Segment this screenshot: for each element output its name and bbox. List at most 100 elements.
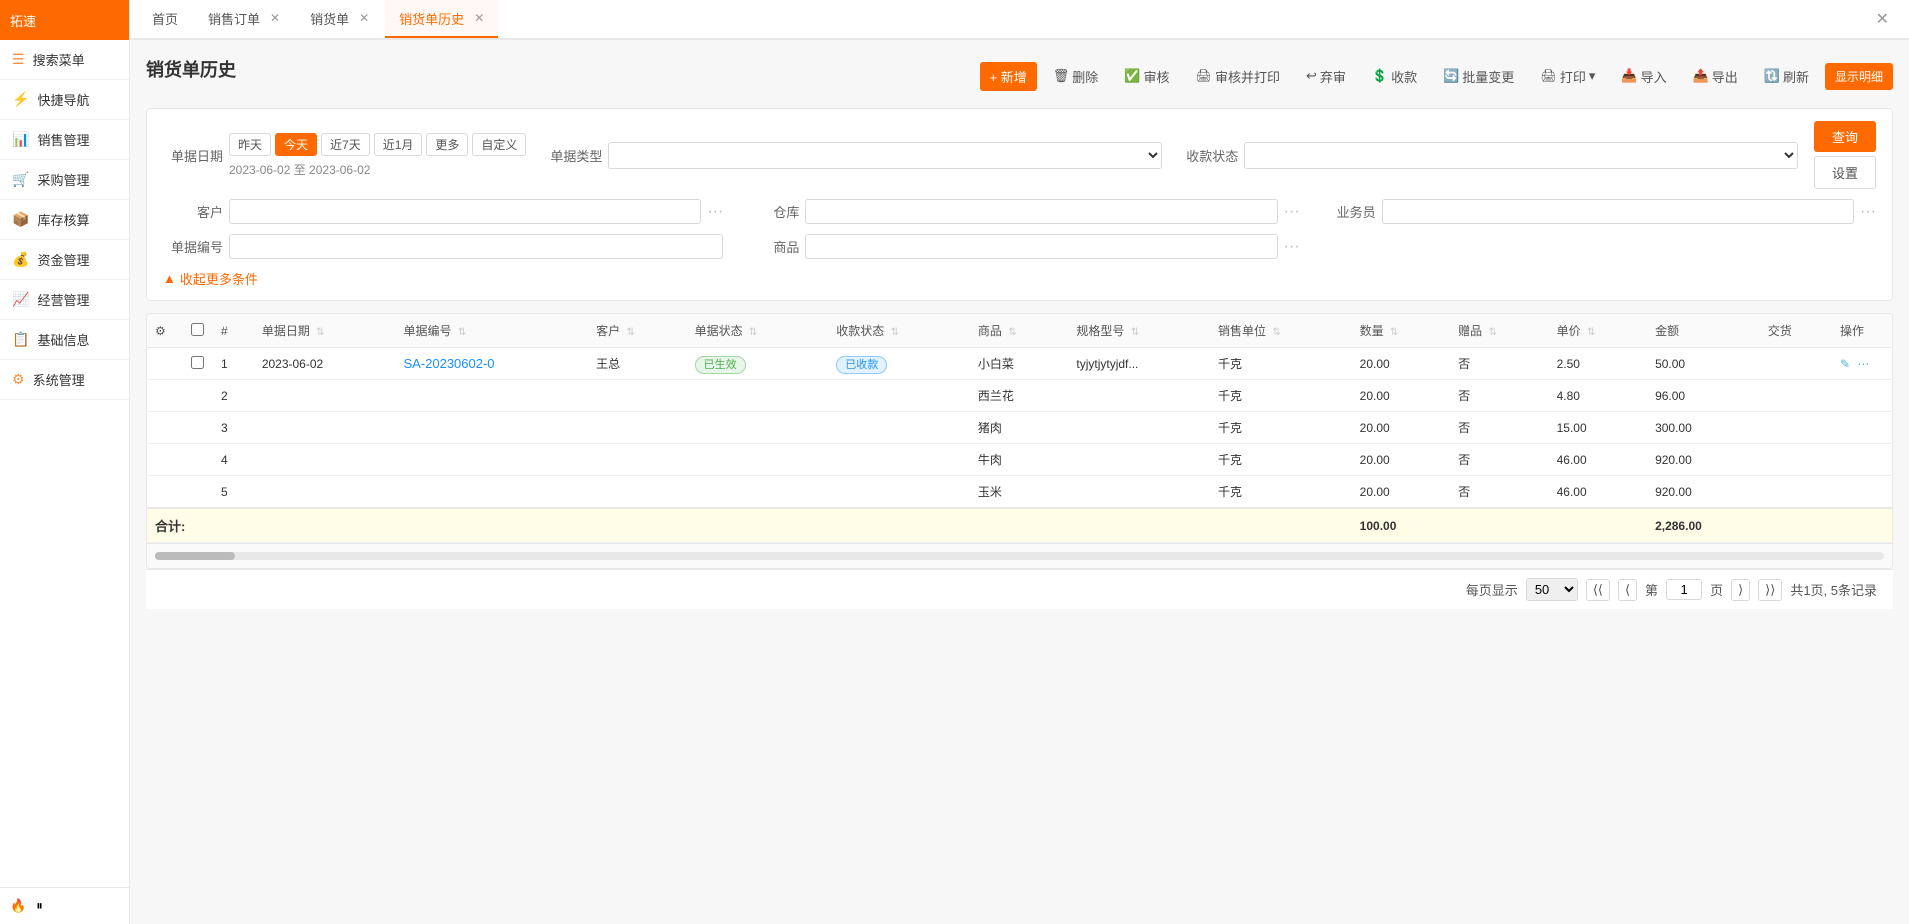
th-date[interactable]: 单据日期 ⇅ [254, 314, 396, 348]
audit-print-button[interactable]: 🖨 审核并打印 [1185, 62, 1290, 91]
th-customer[interactable]: 客户 ⇅ [588, 314, 686, 348]
th-spec[interactable]: 规格型号 ⇅ [1068, 314, 1210, 348]
date-btn-more[interactable]: 更多 [426, 133, 468, 156]
horizontal-scrollbar[interactable] [155, 552, 1884, 560]
tab-sales-order-close[interactable]: ✕ [270, 11, 280, 25]
sales-mgmt-icon: 📊 [12, 131, 29, 148]
collect-button[interactable]: 💲 收款 [1362, 62, 1427, 91]
tab-sales-goods-close[interactable]: ✕ [359, 11, 369, 25]
goods-input[interactable] [805, 234, 1277, 259]
cell-goods: 玉米 [970, 476, 1068, 509]
tab-sales-history[interactable]: 销货单历史 ✕ [385, 0, 498, 38]
sidebar-item-label: 系统管理 [33, 370, 85, 389]
date-btn-7days[interactable]: 近7天 [321, 133, 370, 156]
customer-more-icon[interactable]: ··· [707, 203, 723, 221]
stock-calc-icon: 📦 [12, 211, 29, 228]
sidebar-item-ops-mgmt[interactable]: 📈 经营管理 [0, 280, 129, 320]
refresh-button[interactable]: 🔃 刷新 [1754, 62, 1819, 91]
per-page-select[interactable]: 50 20 100 [1526, 578, 1578, 601]
cell-no: 3 [213, 412, 254, 444]
more-btn[interactable]: ⋯ [1857, 357, 1869, 371]
tab-sales-history-close[interactable]: ✕ [474, 11, 484, 25]
quick-nav-icon: ⚡ [12, 91, 29, 108]
summary-qty: 100.00 [1352, 508, 1450, 543]
date-btn-today[interactable]: 今天 [275, 133, 317, 156]
first-page-btn[interactable]: ⟨⟨ [1586, 579, 1610, 601]
new-button[interactable]: + 新增 [980, 62, 1037, 91]
cell-docstatus [687, 444, 829, 476]
cell-gift: 否 [1450, 348, 1548, 380]
sidebar-item-purchase-mgmt[interactable]: 🛒 采购管理 [0, 160, 129, 200]
payment-status-select[interactable] [1244, 142, 1798, 169]
filter-customer-item: 客户 ··· [163, 199, 723, 224]
sidebar-item-sales-mgmt[interactable]: 📊 销售管理 [0, 120, 129, 160]
batch-change-button[interactable]: 🔄 批量变更 [1433, 62, 1524, 91]
window-close-btn[interactable]: ✕ [1864, 9, 1901, 29]
th-docno[interactable]: 单据编号 ⇅ [395, 314, 588, 348]
search-menu-icon: ☰ [12, 51, 25, 68]
last-page-btn[interactable]: ⟩⟩ [1758, 579, 1782, 601]
page-number-input[interactable] [1666, 579, 1702, 600]
th-docstatus[interactable]: 单据状态 ⇅ [687, 314, 829, 348]
pause-icon[interactable]: ⏸ [36, 898, 43, 914]
pagination: 每页显示 50 20 100 ⟨⟨ ⟨ 第 页 ⟩ ⟩⟩ 共1页, 5条记录 [146, 569, 1893, 609]
collapse-filter-btn[interactable]: ▲ 收起更多条件 [163, 269, 1876, 288]
show-detail-button[interactable]: 显示明细 [1825, 63, 1893, 90]
docno-input[interactable] [229, 234, 723, 259]
export-button[interactable]: 📤 导出 [1683, 62, 1748, 91]
th-gift[interactable]: 赠品 ⇅ [1450, 314, 1548, 348]
th-paystatus[interactable]: 收款状态 ⇅ [828, 314, 970, 348]
customer-input[interactable] [229, 199, 701, 224]
print-button[interactable]: 🖨 打印 ▾ [1530, 62, 1605, 91]
sidebar-item-quick-nav[interactable]: ⚡ 快捷导航 [0, 80, 129, 120]
cell-trade [1760, 444, 1832, 476]
abandon-button[interactable]: ↩ 弃审 [1296, 62, 1356, 91]
th-qty[interactable]: 数量 ⇅ [1352, 314, 1450, 348]
th-amount: 金额 [1647, 314, 1760, 348]
table: ⚙ # 单据日期 ⇅ 单据编号 ⇅ 客户 ⇅ 单据状态 ⇅ 收款状态 ⇅ 商品 … [147, 314, 1892, 543]
fire-icon[interactable]: 🔥 [10, 898, 26, 914]
salesperson-more-icon[interactable]: ··· [1860, 203, 1876, 221]
doc-type-select[interactable] [608, 142, 1162, 169]
th-gear[interactable]: ⚙ [147, 314, 183, 348]
summary-label: 合计: [147, 508, 1352, 543]
page-title: 销货单历史 [146, 56, 236, 82]
next-page-btn[interactable]: ⟩ [1731, 579, 1750, 601]
docno-link[interactable]: SA-20230602-0 [403, 356, 494, 371]
sidebar-item-search-menu[interactable]: ☰ 搜索菜单 [0, 40, 129, 80]
query-button[interactable]: 查询 [1814, 121, 1876, 152]
tab-sales-order[interactable]: 销售订单 ✕ [194, 0, 294, 38]
th-no: # [213, 314, 254, 348]
th-trade: 交货 [1760, 314, 1832, 348]
warehouse-more-icon[interactable]: ··· [1284, 203, 1300, 221]
setting-button[interactable]: 设置 [1814, 156, 1876, 189]
date-btn-custom[interactable]: 自定义 [472, 133, 526, 156]
prev-page-btn[interactable]: ⟨ [1618, 579, 1637, 601]
sidebar-item-basic-info[interactable]: 📋 基础信息 [0, 320, 129, 360]
sidebar-item-stock-calc[interactable]: 📦 库存核算 [0, 200, 129, 240]
th-unit[interactable]: 销售单位 ⇅ [1210, 314, 1352, 348]
cell-trade [1760, 476, 1832, 509]
row-checkbox[interactable] [191, 356, 204, 369]
date-btn-1month[interactable]: 近1月 [374, 133, 423, 156]
tab-sales-goods[interactable]: 销货单 ✕ [296, 0, 383, 38]
goods-more-icon[interactable]: ··· [1284, 238, 1300, 256]
cell-op [1832, 476, 1892, 509]
sidebar-item-label: 库存核算 [37, 210, 89, 229]
delete-button[interactable]: 🗑 删除 [1043, 62, 1109, 91]
sidebar-item-label: 搜索菜单 [33, 50, 85, 69]
salesperson-input[interactable] [1382, 199, 1854, 224]
main-area: 首页 销售订单 ✕ 销货单 ✕ 销货单历史 ✕ ✕ 销货单历史 + 新增 🗑 [130, 0, 1909, 924]
th-price[interactable]: 单价 ⇅ [1549, 314, 1647, 348]
select-all-checkbox[interactable] [191, 323, 204, 336]
sidebar-item-fund-mgmt[interactable]: 💰 资金管理 [0, 240, 129, 280]
warehouse-input[interactable] [805, 199, 1277, 224]
tab-home[interactable]: 首页 [138, 0, 192, 38]
th-goods[interactable]: 商品 ⇅ [970, 314, 1068, 348]
sidebar-item-sys-mgmt[interactable]: ⚙ 系统管理 [0, 360, 129, 400]
edit-btn[interactable]: ✎ [1840, 357, 1850, 371]
date-btn-yesterday[interactable]: 昨天 [229, 133, 271, 156]
import-button[interactable]: 📥 导入 [1611, 62, 1676, 91]
cell-unit: 千克 [1210, 476, 1352, 509]
audit-button[interactable]: ✅ 审核 [1114, 62, 1179, 91]
